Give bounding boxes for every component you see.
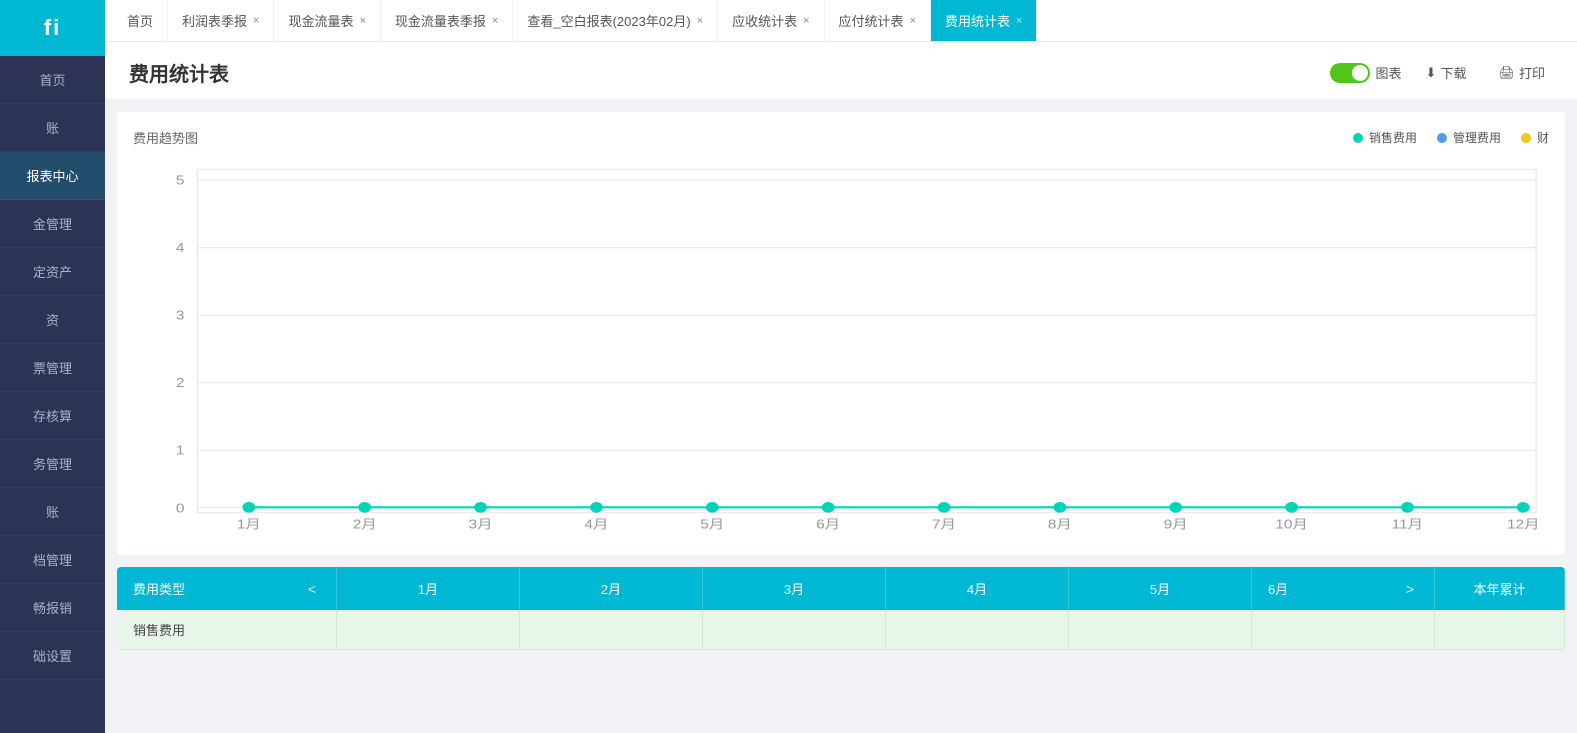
table-header-ytd: 本年累计 bbox=[1435, 567, 1565, 610]
legend-label-finance: 财 bbox=[1537, 129, 1549, 146]
header-actions: 图表 ⬇ 下载 🖨 打印 bbox=[1330, 59, 1553, 86]
download-icon: ⬇ bbox=[1426, 65, 1437, 81]
tab-close-cashflow[interactable]: × bbox=[359, 15, 365, 27]
sidebar-logo: fi bbox=[0, 0, 105, 56]
legend-sales: 销售费用 bbox=[1353, 129, 1417, 146]
sidebar-item-ledger[interactable]: 账 bbox=[0, 488, 105, 536]
svg-text:11月: 11月 bbox=[1392, 517, 1423, 531]
sidebar-item-assets[interactable]: 定资产 bbox=[0, 248, 105, 296]
sidebar: fi 首页 账 报表中心 金管理 定资产 资 票管理 存核算 务管理 账 档管理… bbox=[0, 0, 105, 733]
svg-text:2月: 2月 bbox=[353, 517, 377, 531]
table-cell-type: 销售费用 bbox=[117, 610, 337, 649]
toggle-label: 图表 bbox=[1376, 63, 1402, 82]
table-header-m5: 5月 bbox=[1069, 567, 1252, 610]
page-header: 费用统计表 图表 ⬇ 下载 🖨 打印 bbox=[105, 42, 1577, 100]
chart-title: 费用趋势图 bbox=[133, 128, 198, 147]
page-title: 费用统计表 bbox=[129, 58, 229, 87]
svg-text:3月: 3月 bbox=[469, 517, 493, 531]
legend-admin: 管理费用 bbox=[1437, 129, 1501, 146]
table-header-type: 费用类型 < bbox=[117, 567, 337, 610]
tab-profit-quarterly[interactable]: 利润表季报 × bbox=[168, 0, 274, 42]
print-icon: 🖨 bbox=[1498, 65, 1515, 81]
content-area: 费用统计表 图表 ⬇ 下载 🖨 打印 bbox=[105, 42, 1577, 733]
tab-close-cashflow-quarterly[interactable]: × bbox=[492, 15, 498, 27]
table-cell-m5 bbox=[1069, 610, 1252, 649]
table-header-m3: 3月 bbox=[703, 567, 886, 610]
tab-payable[interactable]: 应付统计表 × bbox=[825, 0, 931, 42]
table-row: 销售费用 bbox=[117, 610, 1565, 650]
sidebar-item-service[interactable]: 务管理 bbox=[0, 440, 105, 488]
legend-dot-finance bbox=[1521, 133, 1531, 143]
tab-close-receivable[interactable]: × bbox=[803, 15, 809, 27]
sidebar-item-settings[interactable]: 础设置 bbox=[0, 632, 105, 680]
sidebar-item-home[interactable]: 首页 bbox=[0, 56, 105, 104]
legend-dot-sales bbox=[1353, 133, 1363, 143]
table-cell-ytd bbox=[1435, 610, 1565, 649]
svg-text:1: 1 bbox=[176, 443, 185, 457]
tab-blank-report[interactable]: 查看_空白报表(2023年02月) × bbox=[513, 0, 718, 42]
svg-text:10月: 10月 bbox=[1275, 517, 1308, 531]
table-header-m1: 1月 bbox=[337, 567, 520, 610]
tab-close-payable[interactable]: × bbox=[910, 15, 916, 27]
svg-text:3: 3 bbox=[176, 308, 185, 322]
tab-cashflow-quarterly[interactable]: 现金流量表季报 × bbox=[381, 0, 513, 42]
tab-close-blank-report[interactable]: × bbox=[697, 15, 703, 27]
tab-home[interactable]: 首页 bbox=[113, 0, 168, 42]
toggle-track[interactable] bbox=[1330, 63, 1370, 83]
tab-close-profit-quarterly[interactable]: × bbox=[253, 15, 259, 27]
table-header-m2: 2月 bbox=[520, 567, 703, 610]
svg-text:5月: 5月 bbox=[700, 517, 724, 531]
table-section: 费用类型 < 1月 2月 3月 4月 5月 6月 > 本年累计 销售费用 bbox=[117, 567, 1565, 650]
legend-label-admin: 管理费用 bbox=[1453, 129, 1501, 146]
table-cell-m4 bbox=[886, 610, 1069, 649]
svg-text:6月: 6月 bbox=[816, 517, 840, 531]
chart-section: 费用趋势图 销售费用 管理费用 财 bbox=[117, 112, 1565, 555]
sidebar-item-archive[interactable]: 档管理 bbox=[0, 536, 105, 584]
legend-finance: 财 bbox=[1521, 129, 1549, 146]
svg-text:2: 2 bbox=[176, 375, 185, 389]
sidebar-item-capital[interactable]: 资 bbox=[0, 296, 105, 344]
tab-close-expense-stats[interactable]: × bbox=[1016, 15, 1022, 27]
sidebar-item-invoice[interactable]: 票管理 bbox=[0, 344, 105, 392]
svg-text:4: 4 bbox=[176, 240, 185, 254]
tab-receivable[interactable]: 应收统计表 × bbox=[718, 0, 824, 42]
sidebar-item-inventory[interactable]: 存核算 bbox=[0, 392, 105, 440]
toggle-thumb bbox=[1352, 65, 1368, 81]
table-cell-m1 bbox=[337, 610, 520, 649]
svg-text:1月: 1月 bbox=[237, 517, 261, 531]
sidebar-item-expense[interactable]: 畅报销 bbox=[0, 584, 105, 632]
table-header-m4: 4月 bbox=[886, 567, 1069, 610]
table-cell-m3 bbox=[703, 610, 886, 649]
chart-toggle[interactable]: 图表 bbox=[1330, 63, 1402, 83]
svg-text:8月: 8月 bbox=[1048, 517, 1072, 531]
sidebar-item-reports[interactable]: 报表中心 bbox=[0, 152, 105, 200]
download-button[interactable]: ⬇ 下载 bbox=[1418, 59, 1475, 86]
svg-text:0: 0 bbox=[176, 501, 185, 515]
chart-header: 费用趋势图 销售费用 管理费用 财 bbox=[133, 128, 1549, 147]
table-cell-m2 bbox=[520, 610, 703, 649]
table-header-m6: 6月 > bbox=[1252, 567, 1435, 610]
tab-expense-stats[interactable]: 费用统计表 × bbox=[931, 0, 1037, 42]
chart-legend: 销售费用 管理费用 财 bbox=[1353, 129, 1549, 146]
sidebar-item-fund[interactable]: 金管理 bbox=[0, 200, 105, 248]
prev-month-button[interactable]: < bbox=[304, 581, 320, 597]
sidebar-item-account[interactable]: 账 bbox=[0, 104, 105, 152]
chart-svg: 5 4 3 2 1 0 1月 2月 bbox=[133, 159, 1549, 539]
svg-text:12月: 12月 bbox=[1507, 517, 1540, 531]
svg-text:5: 5 bbox=[176, 173, 185, 187]
tab-bar: 首页 利润表季报 × 现金流量表 × 现金流量表季报 × 查看_空白报表(202… bbox=[105, 0, 1577, 42]
next-month-button[interactable]: > bbox=[1402, 581, 1418, 597]
svg-text:9月: 9月 bbox=[1164, 517, 1188, 531]
legend-dot-admin bbox=[1437, 133, 1447, 143]
tab-cashflow[interactable]: 现金流量表 × bbox=[274, 0, 380, 42]
table-cell-m6 bbox=[1252, 610, 1435, 649]
print-button[interactable]: 🖨 打印 bbox=[1490, 59, 1553, 86]
legend-label-sales: 销售费用 bbox=[1369, 129, 1417, 146]
table-header-row: 费用类型 < 1月 2月 3月 4月 5月 6月 > 本年累计 bbox=[117, 567, 1565, 610]
svg-text:4月: 4月 bbox=[584, 517, 608, 531]
svg-text:7月: 7月 bbox=[932, 517, 956, 531]
chart-area: 5 4 3 2 1 0 1月 2月 bbox=[133, 159, 1549, 539]
main-area: 首页 利润表季报 × 现金流量表 × 现金流量表季报 × 查看_空白报表(202… bbox=[105, 0, 1577, 733]
